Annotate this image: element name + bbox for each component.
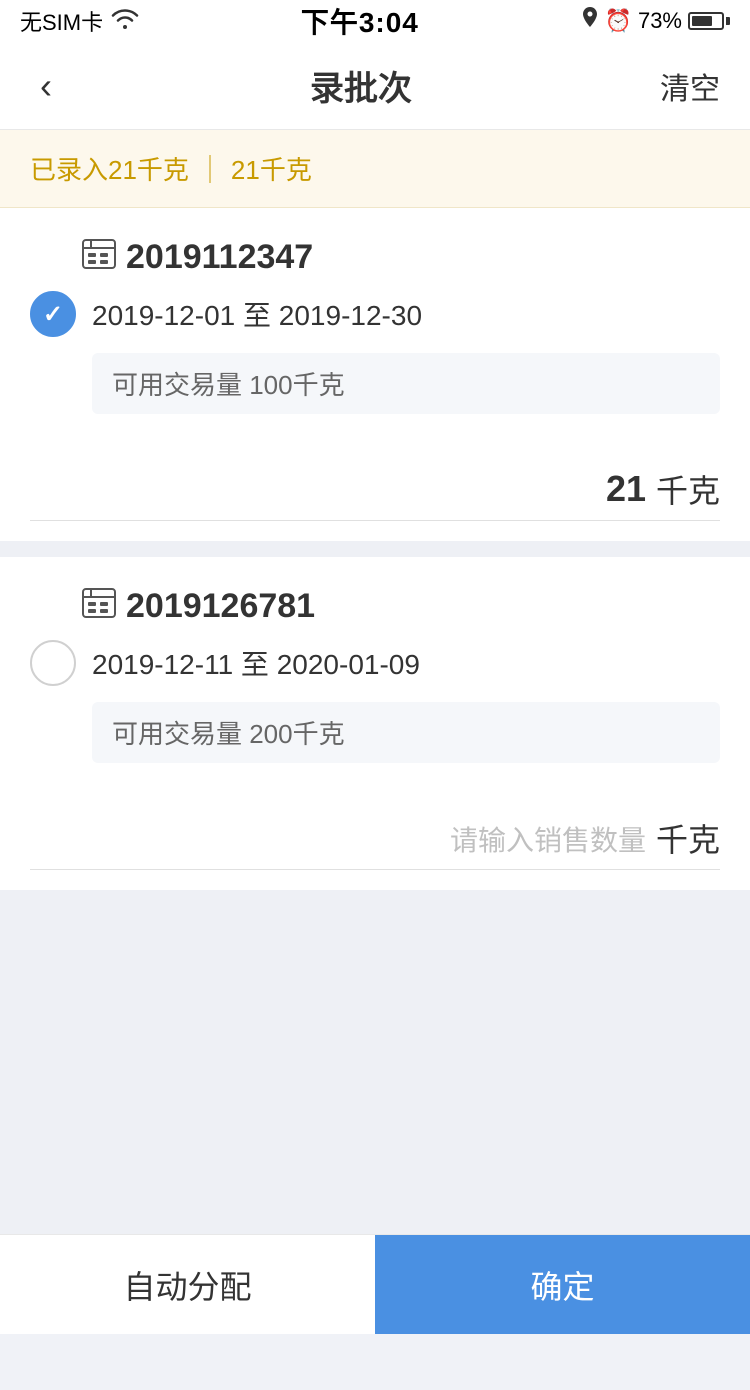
confirm-button[interactable]: 确定 — [375, 1235, 750, 1334]
recorded-info: 已录入21千克 — [30, 150, 189, 187]
wifi-icon — [111, 7, 139, 35]
batch-date-row-2[interactable]: 2019-12-11 至 2020-01-09 — [30, 640, 720, 686]
input-row-1: 千克 — [0, 450, 750, 541]
total-info: 21千克 — [231, 150, 312, 187]
batch-date-row-1[interactable]: ✓ 2019-12-01 至 2019-12-30 — [30, 291, 720, 337]
qty-input-1[interactable] — [526, 468, 646, 510]
info-divider — [209, 155, 211, 183]
radio-button-2[interactable] — [30, 640, 76, 686]
battery-percent: 73% — [638, 8, 682, 34]
batch-id-icon-2 — [82, 588, 116, 626]
batch-id-text-1: 2019112347 — [126, 238, 313, 277]
main-background — [0, 890, 750, 1290]
location-icon — [581, 7, 599, 35]
back-button[interactable]: ‹ — [30, 55, 62, 117]
available-row-1: 可用交易量 100千克 — [92, 353, 720, 414]
input-row-2: 千克 — [0, 799, 750, 890]
qty-input-2[interactable] — [386, 817, 646, 859]
qty-unit-1: 千克 — [656, 466, 720, 512]
batch-date-text-1: 2019-12-01 至 2019-12-30 — [92, 294, 422, 334]
status-time: 下午3:04 — [301, 1, 419, 41]
section-divider — [0, 541, 750, 557]
batch-id-icon-1 — [82, 239, 116, 277]
info-banner: 已录入21千克 21千克 — [0, 130, 750, 208]
auto-distribute-button[interactable]: 自动分配 — [0, 1235, 375, 1334]
qty-field-2: 千克 — [30, 815, 720, 870]
batch-id-row-1: 2019112347 — [30, 238, 720, 277]
clear-button[interactable]: 清空 — [660, 64, 720, 108]
nav-bar: ‹ 录批次 清空 — [0, 42, 750, 130]
available-row-2: 可用交易量 200千克 — [92, 702, 720, 763]
battery-icon — [688, 12, 730, 30]
check-icon-1: ✓ — [43, 300, 63, 329]
batch-id-row-2: 2019126781 — [30, 587, 720, 626]
bottom-bar: 自动分配 确定 — [0, 1234, 750, 1334]
qty-field-1: 千克 — [30, 466, 720, 521]
carrier-text: 无SIM卡 — [20, 5, 103, 37]
batch-card-2: 2019126781 2019-12-11 至 2020-01-09 可用交易量… — [0, 557, 750, 799]
radio-button-1[interactable]: ✓ — [30, 291, 76, 337]
qty-unit-2: 千克 — [656, 815, 720, 861]
batch-date-text-2: 2019-12-11 至 2020-01-09 — [92, 643, 420, 683]
batch-card-1: 2019112347 ✓ 2019-12-01 至 2019-12-30 可用交… — [0, 208, 750, 450]
status-left: 无SIM卡 — [20, 5, 139, 37]
status-right: ⏰ 73% — [581, 7, 730, 35]
page-title: 录批次 — [310, 61, 412, 110]
status-bar: 无SIM卡 下午3:04 ⏰ 73% — [0, 0, 750, 42]
alarm-icon: ⏰ — [605, 8, 632, 34]
batch-id-text-2: 2019126781 — [126, 587, 315, 626]
